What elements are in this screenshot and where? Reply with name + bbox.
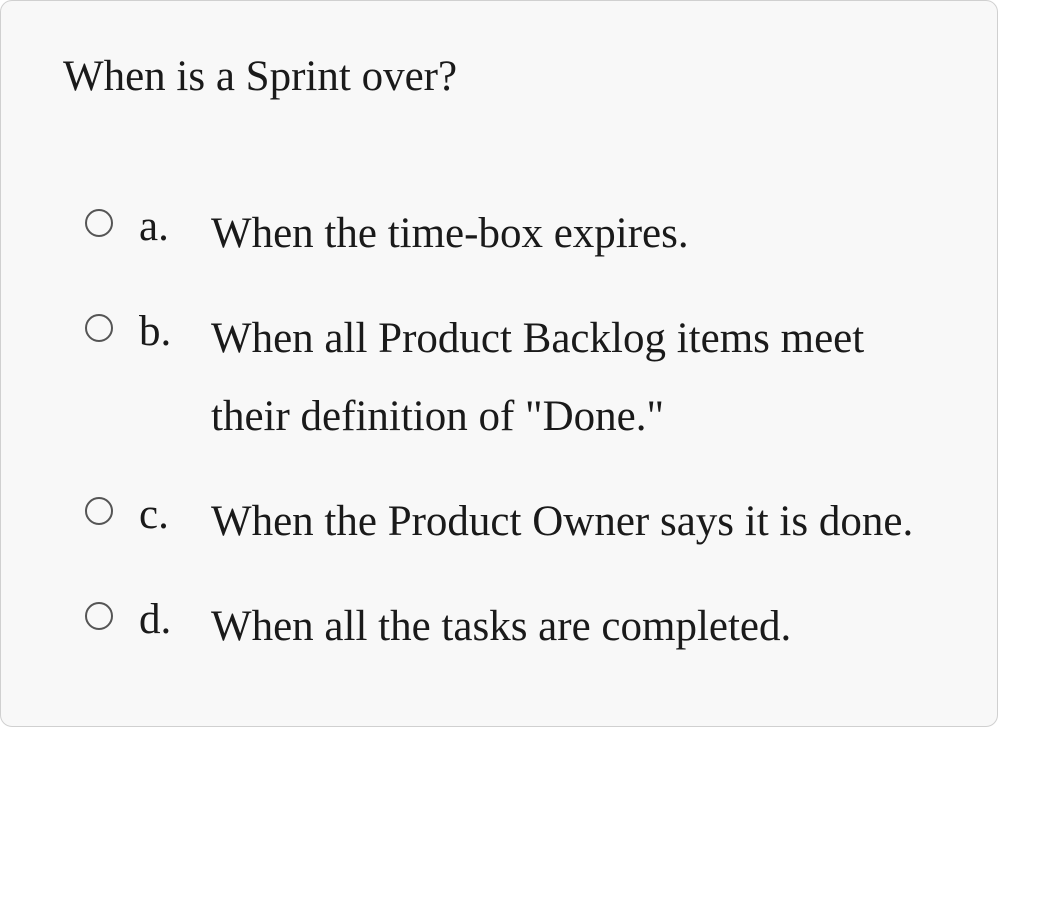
options-list: a. When the time-box expires. b. When al… bbox=[63, 195, 935, 666]
option-row-d[interactable]: d. When all the tasks are completed. bbox=[85, 588, 935, 665]
option-letter: c. bbox=[139, 483, 185, 548]
radio-icon[interactable] bbox=[85, 209, 113, 237]
option-letter: a. bbox=[139, 195, 185, 260]
option-text: When all the tasks are completed. bbox=[211, 588, 935, 665]
option-text: When the Product Owner says it is done. bbox=[211, 483, 935, 560]
option-text: When the time-box expires. bbox=[211, 195, 935, 272]
option-letter: d. bbox=[139, 588, 185, 653]
question-text: When is a Sprint over? bbox=[63, 49, 935, 105]
radio-icon[interactable] bbox=[85, 314, 113, 342]
option-letter: b. bbox=[139, 300, 185, 365]
radio-icon[interactable] bbox=[85, 497, 113, 525]
option-text: When all Product Backlog items meet thei… bbox=[211, 300, 935, 455]
radio-wrapper bbox=[85, 588, 113, 630]
option-row-a[interactable]: a. When the time-box expires. bbox=[85, 195, 935, 272]
option-row-c[interactable]: c. When the Product Owner says it is don… bbox=[85, 483, 935, 560]
radio-wrapper bbox=[85, 483, 113, 525]
radio-wrapper bbox=[85, 300, 113, 342]
radio-wrapper bbox=[85, 195, 113, 237]
question-card: When is a Sprint over? a. When the time-… bbox=[0, 0, 998, 727]
radio-icon[interactable] bbox=[85, 602, 113, 630]
option-row-b[interactable]: b. When all Product Backlog items meet t… bbox=[85, 300, 935, 455]
